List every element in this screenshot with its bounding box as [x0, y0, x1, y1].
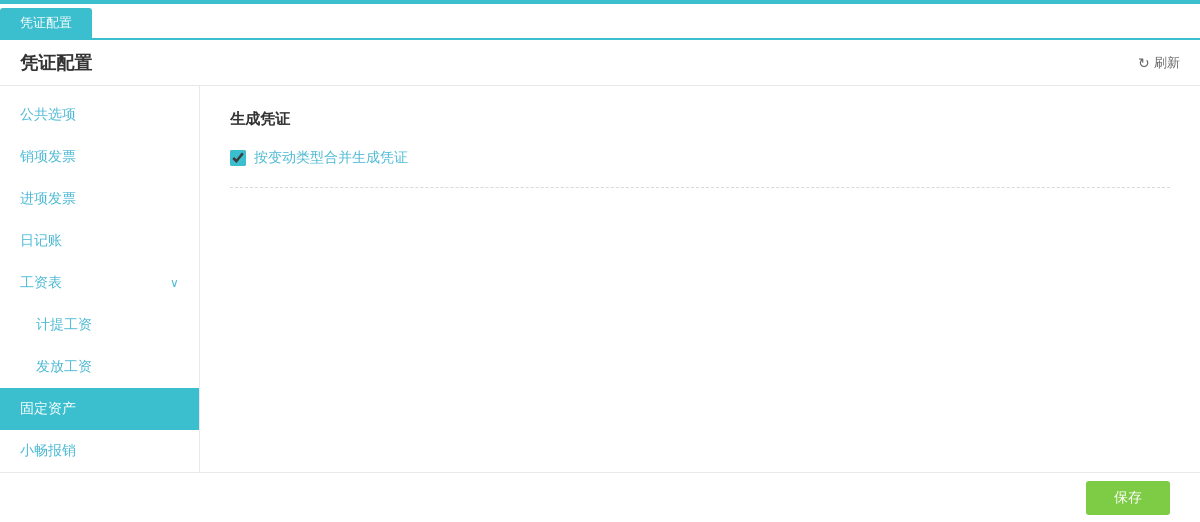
- sidebar-item-journal[interactable]: 日记账: [0, 220, 199, 262]
- main-content: 公共选项 销项发票 进项发票 日记账 工资表 ∨ 计提工资 发放工资: [0, 86, 1200, 472]
- merge-by-type-label[interactable]: 按变动类型合并生成凭证: [254, 149, 408, 167]
- page-title: 凭证配置: [20, 51, 92, 75]
- sidebar-item-sales-invoice[interactable]: 销项发票: [0, 136, 199, 178]
- section-title: 生成凭证: [230, 110, 1170, 129]
- checkbox-row: 按变动类型合并生成凭证: [230, 149, 1170, 167]
- sidebar-item-payroll-table[interactable]: 工资表 ∨: [0, 262, 199, 304]
- chevron-down-icon: ∨: [170, 276, 179, 290]
- sidebar-item-pay-payroll[interactable]: 发放工资: [0, 346, 199, 388]
- sidebar-item-purchase-invoice[interactable]: 进项发票: [0, 178, 199, 220]
- section-divider: [230, 187, 1170, 188]
- sidebar-item-public-options[interactable]: 公共选项: [0, 94, 199, 136]
- refresh-button[interactable]: ↻ 刷新: [1138, 54, 1180, 72]
- sidebar-item-fixed-assets[interactable]: 固定资产: [0, 388, 199, 430]
- sidebar-item-expense-claim[interactable]: 小畅报销: [0, 430, 199, 472]
- header: 凭证配置 ↻ 刷新: [0, 40, 1200, 86]
- page-container: 凭证配置 凭证配置 ↻ 刷新 公共选项 销项发票 进项发票 日记账: [0, 0, 1200, 522]
- footer: 保存: [0, 472, 1200, 522]
- sidebar-item-calc-payroll[interactable]: 计提工资: [0, 304, 199, 346]
- save-button[interactable]: 保存: [1086, 481, 1170, 515]
- merge-by-type-checkbox[interactable]: [230, 150, 246, 166]
- top-tab-bar: 凭证配置: [0, 4, 1200, 40]
- sidebar: 公共选项 销项发票 进项发票 日记账 工资表 ∨ 计提工资 发放工资: [0, 86, 200, 472]
- refresh-icon: ↻: [1138, 55, 1150, 71]
- content-area: 生成凭证 按变动类型合并生成凭证: [200, 86, 1200, 472]
- tab-voucher-config[interactable]: 凭证配置: [0, 8, 92, 38]
